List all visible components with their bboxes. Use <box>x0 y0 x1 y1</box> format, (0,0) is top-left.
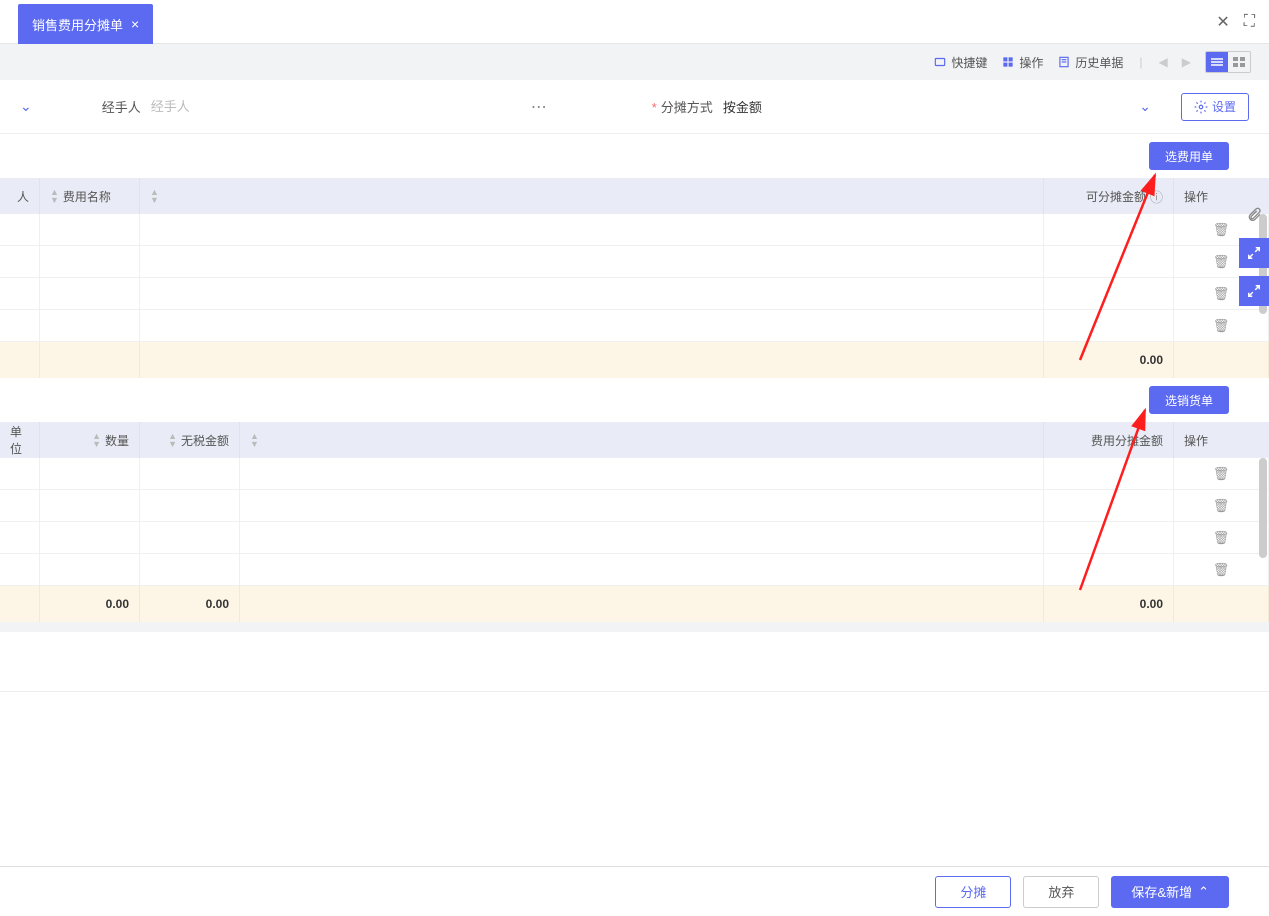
col-alloc2[interactable]: 费用分摊金额 <box>1044 422 1174 458</box>
sort-icon[interactable]: ▲▼ <box>92 432 101 448</box>
bottom-bar: 分摊 放弃 保存&新增 ⌃ <box>0 866 1269 916</box>
toolbar: 快捷键 操作 历史单据 | ◀ ▶ <box>0 44 1269 80</box>
side-rail <box>1239 200 1269 306</box>
trash-icon[interactable]: 🗑 <box>1213 222 1230 238</box>
handler-input[interactable] <box>151 99 531 114</box>
table-row: 🗑 <box>0 490 1269 522</box>
history-button[interactable]: 历史单据 <box>1057 54 1123 71</box>
handler-label: 经手人 <box>102 97 141 116</box>
sort-icon[interactable]: ▲▼ <box>50 188 59 204</box>
view-toggle <box>1205 51 1251 73</box>
save-new-button[interactable]: 保存&新增 ⌃ <box>1111 876 1229 908</box>
next-icon[interactable]: ▶ <box>1182 55 1191 69</box>
trash-icon[interactable]: 🗑 <box>1213 562 1230 578</box>
history-label: 历史单据 <box>1075 54 1123 71</box>
scrollbar[interactable] <box>1259 458 1267 558</box>
sort-icon[interactable]: ▲▼ <box>168 432 177 448</box>
shortcut-label: 快捷键 <box>951 54 987 71</box>
save-new-label: 保存&新增 <box>1131 882 1192 901</box>
trash-icon[interactable]: 🗑 <box>1213 318 1230 334</box>
trash-icon[interactable]: 🗑 <box>1213 498 1230 514</box>
tab-sales-expense-alloc[interactable]: 销售费用分摊单 × <box>18 4 153 44</box>
table-row: 🗑 <box>0 278 1269 310</box>
col-allocatable[interactable]: 可分摊金额ⓘ <box>1044 178 1174 214</box>
method-chevron-icon[interactable]: ⌄ <box>1139 98 1151 115</box>
expand2-icon[interactable] <box>1239 276 1269 306</box>
tab-title: 销售费用分摊单 <box>32 15 123 34</box>
sales-table: 单位 ▲▼数量 ▲▼无税金额 ▲▼ 费用分摊金额 操作 🗑 🗑 🗑 🗑 0.00… <box>0 422 1269 622</box>
help-icon[interactable]: ⓘ <box>1150 187 1163 206</box>
sum-row: 0.00 <box>0 342 1269 378</box>
method-value[interactable]: 按金额 <box>723 97 1139 116</box>
chevron-up-icon: ⌃ <box>1198 884 1209 900</box>
select-expense-button[interactable]: 选费用单 <box>1149 142 1229 170</box>
operate-label: 操作 <box>1019 54 1043 71</box>
view-list-icon[interactable] <box>1206 52 1228 72</box>
col-unit[interactable]: 单位 <box>0 422 40 458</box>
fullscreen-icon[interactable]: ⛶ <box>1244 13 1255 31</box>
expand-icon[interactable] <box>1239 238 1269 268</box>
sum-notax: 0.00 <box>206 597 229 611</box>
sum-row: 0.00 0.00 0.00 <box>0 586 1269 622</box>
sort-icon[interactable]: ▲▼ <box>150 188 159 204</box>
method-label: 分摊方式 <box>652 97 713 116</box>
trash-icon[interactable]: 🗑 <box>1213 530 1230 546</box>
col-operate2: 操作 <box>1174 422 1269 458</box>
col-blank2: ▲▼ <box>240 422 1044 458</box>
view-grid-icon[interactable] <box>1228 52 1250 72</box>
discard-button[interactable]: 放弃 <box>1023 876 1099 908</box>
sum-alloc2: 0.00 <box>1140 597 1163 611</box>
trash-icon[interactable]: 🗑 <box>1213 286 1230 302</box>
close-page-icon[interactable]: ✕ <box>1216 12 1229 32</box>
prev-icon[interactable]: ◀ <box>1159 55 1168 69</box>
close-icon[interactable]: × <box>131 16 139 32</box>
table-row: 🗑 <box>0 458 1269 490</box>
more-icon[interactable]: ⋯ <box>531 97 548 117</box>
sort-icon[interactable]: ▲▼ <box>250 432 259 448</box>
settings-label: 设置 <box>1212 98 1236 115</box>
allocate-button[interactable]: 分摊 <box>935 876 1011 908</box>
table-row: 🗑 <box>0 554 1269 586</box>
table-row: 🗑 <box>0 310 1269 342</box>
table-row: 🗑 <box>0 522 1269 554</box>
select-sales-button[interactable]: 选销货单 <box>1149 386 1229 414</box>
form-row: ⌄ 经手人 ⋯ 分摊方式 按金额 ⌄ 设置 <box>0 80 1269 134</box>
operate-button[interactable]: 操作 <box>1001 54 1043 71</box>
table-row: 🗑 <box>0 246 1269 278</box>
trash-icon[interactable]: 🗑 <box>1213 254 1230 270</box>
trash-icon[interactable]: 🗑 <box>1213 466 1230 482</box>
expense-table: 人 ▲▼费用名称 ▲▼ 可分摊金额ⓘ 操作 🗑 🗑 🗑 🗑 0.00 <box>0 178 1269 378</box>
table-row: 🗑 <box>0 214 1269 246</box>
col-person[interactable]: 人 <box>0 178 40 214</box>
sum-alloc: 0.00 <box>1140 353 1163 367</box>
col-expense-name[interactable]: ▲▼费用名称 <box>40 178 140 214</box>
col-blank: ▲▼ <box>140 178 1044 214</box>
col-qty[interactable]: ▲▼数量 <box>40 422 140 458</box>
chevron-down-icon[interactable]: ⌄ <box>20 98 32 115</box>
shortcut-button[interactable]: 快捷键 <box>933 54 987 71</box>
attachment-icon[interactable] <box>1239 200 1269 230</box>
toolbar-separator: | <box>1137 55 1144 69</box>
col-notax[interactable]: ▲▼无税金额 <box>140 422 240 458</box>
settings-button[interactable]: 设置 <box>1181 93 1249 121</box>
sum-qty: 0.00 <box>106 597 129 611</box>
